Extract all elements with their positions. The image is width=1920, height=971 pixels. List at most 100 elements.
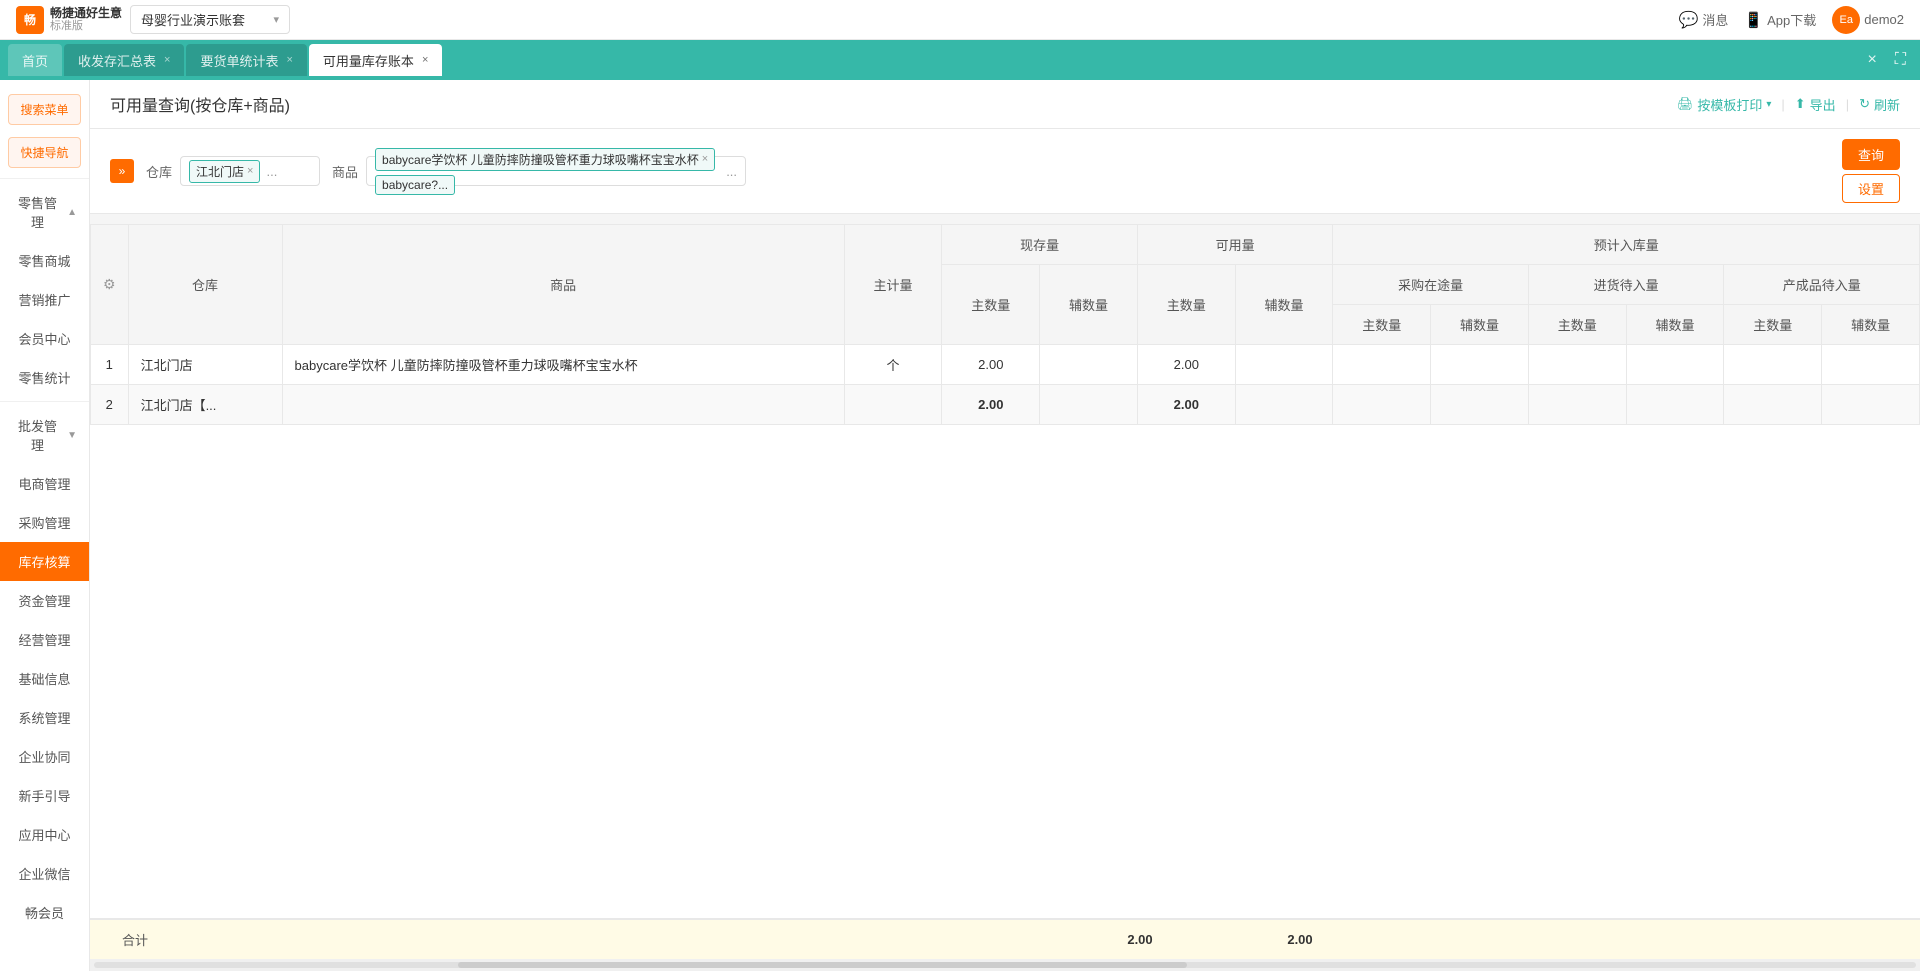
product-tags: babycare学饮杯 儿童防摔防撞吸管杯重力球吸嘴杯宝宝水杯 × babyca… [375, 148, 720, 195]
sidebar-item-member[interactable]: 会员中心 [0, 319, 89, 358]
app-download-icon: 📱 [1744, 11, 1763, 29]
nav-tabs: 首页 收发存汇总表 × 要货单统计表 × 可用量库存账本 × × ⛶ [0, 40, 1920, 80]
footer-available-main-total: 2.00 [1260, 932, 1340, 947]
th-current-stock: 现存量 [942, 225, 1138, 265]
store-selector[interactable]: 母婴行业演示账套 ▾ [130, 5, 290, 34]
row2-purchase-aux [1431, 385, 1529, 425]
sidebar-item-marketing[interactable]: 营销推广 [0, 280, 89, 319]
row1-warehouse: 江北门店 [128, 345, 282, 385]
settings-btn[interactable]: 设置 [1842, 174, 1900, 203]
sidebar-item-wecom[interactable]: 企业微信 [0, 854, 89, 893]
footer-current-main-total: 2.00 [1100, 932, 1180, 947]
row1-purchase-main [1333, 345, 1431, 385]
refresh-icon: ↻ [1859, 96, 1870, 112]
sidebar-item-inventory[interactable]: 库存核算 [0, 542, 89, 581]
th-warehouse: 仓库 [128, 225, 282, 345]
sidebar-item-retail-mall[interactable]: 零售商城 [0, 241, 89, 280]
row1-available-main: 2.00 [1137, 345, 1235, 385]
scroll-thumb[interactable] [458, 962, 1187, 968]
table-footer: 合计 2.00 2.00 [90, 918, 1920, 959]
th-forecast-incoming: 预计入库量 [1333, 225, 1920, 265]
sidebar-item-purchase[interactable]: 采购管理 [0, 503, 89, 542]
sidebar-item-ecommerce[interactable]: 电商管理 [0, 464, 89, 503]
sidebar-item-system[interactable]: 系统管理 [0, 698, 89, 737]
refresh-btn[interactable]: ↻ 刷新 [1859, 95, 1900, 114]
row2-available-main: 2.00 [1137, 385, 1235, 425]
sidebar-item-app-center[interactable]: 应用中心 [0, 815, 89, 854]
row2-unit [844, 385, 942, 425]
data-table: ⚙ 仓库 商品 主计量 现存量 可用量 预计入库量 主数量 辅数量 主数量 辅数… [90, 224, 1920, 425]
row2-current-aux [1040, 385, 1138, 425]
main-layout: 搜索菜单 快捷导航 零售管理 ▲ 零售商城 营销推广 会员中心 零售统计 批发管… [0, 80, 1920, 971]
sidebar-item-operations[interactable]: 经营管理 [0, 620, 89, 659]
row2-current-main: 2.00 [942, 385, 1040, 425]
horizontal-scrollbar[interactable] [90, 959, 1920, 971]
th-purchase-main: 主数量 [1333, 305, 1431, 345]
th-incoming-pending: 进货待入量 [1528, 265, 1724, 305]
row1-production-main [1724, 345, 1822, 385]
warehouse-tag: 江北门店 × [189, 160, 260, 183]
product-input[interactable]: babycare学饮杯 儿童防摔防撞吸管杯重力球吸嘴杯宝宝水杯 × babyca… [366, 156, 746, 186]
row1-current-main: 2.00 [942, 345, 1040, 385]
sidebar-item-member2[interactable]: 畅会员 [0, 893, 89, 932]
top-bar-left: 畅 畅捷通好生意 标准版 母婴行业演示账套 ▾ [16, 5, 290, 34]
query-btn[interactable]: 查询 [1842, 139, 1900, 170]
close-tab2-btn[interactable]: × [286, 54, 292, 66]
tab-available-inventory[interactable]: 可用量库存账本 × [309, 44, 442, 76]
filter-expand-btn[interactable]: » [110, 159, 134, 183]
sidebar-item-newbie[interactable]: 新手引导 [0, 776, 89, 815]
app-download-btn[interactable]: 📱 App下载 [1744, 10, 1816, 29]
close-tab1-btn[interactable]: × [164, 54, 170, 66]
chevron-down-icon: ▲ [67, 207, 77, 218]
fullscreen-btn[interactable]: ⛶ [1889, 49, 1912, 71]
row2-production-main [1724, 385, 1822, 425]
th-production-pending: 产成品待入量 [1724, 265, 1920, 305]
close-all-tabs-btn[interactable]: × [1861, 49, 1882, 71]
row2-purchase-main [1333, 385, 1431, 425]
sidebar-item-retail-stats[interactable]: 零售统计 [0, 358, 89, 397]
tab-receivable-summary[interactable]: 收发存汇总表 × [64, 44, 184, 76]
tab-order-stats[interactable]: 要货单统计表 × [186, 44, 306, 76]
print-arrow-icon: ▾ [1766, 99, 1771, 110]
table-container: ⚙ 仓库 商品 主计量 现存量 可用量 预计入库量 主数量 辅数量 主数量 辅数… [90, 224, 1920, 918]
message-btn[interactable]: 💬 消息 [1678, 10, 1728, 30]
page-actions: 🖨 按模板打印 ▾ | ⬆ 导出 | ↻ 刷新 [1677, 95, 1900, 114]
remove-product-tag1-btn[interactable]: × [702, 153, 708, 165]
row2-product [282, 385, 844, 425]
product-tag-1: babycare学饮杯 儿童防摔防撞吸管杯重力球吸嘴杯宝宝水杯 × [375, 148, 715, 171]
user-menu[interactable]: Ea demo2 [1832, 6, 1904, 34]
scroll-track [94, 962, 1916, 968]
brand-logo: 畅 畅捷通好生意 标准版 [16, 6, 122, 34]
row1-purchase-aux [1431, 345, 1529, 385]
message-icon: 💬 [1678, 10, 1698, 30]
sidebar-divider-2 [0, 401, 89, 402]
th-settings: ⚙ [91, 225, 129, 345]
print-btn[interactable]: 🖨 按模板打印 ▾ [1677, 95, 1772, 114]
row1-production-aux [1822, 345, 1920, 385]
quick-nav-btn[interactable]: 快捷导航 [8, 137, 81, 168]
sidebar-item-finance[interactable]: 资金管理 [0, 581, 89, 620]
sidebar-search-section: 搜索菜单 [0, 88, 89, 131]
avatar: Ea [1832, 6, 1860, 34]
row1-incoming-main [1528, 345, 1626, 385]
column-settings-icon[interactable]: ⚙ [103, 276, 116, 292]
tab-home[interactable]: 首页 [8, 44, 62, 76]
export-btn[interactable]: ⬆ 导出 [1795, 95, 1836, 114]
footer-total-label: 合计 [110, 930, 160, 949]
row1-unit: 个 [844, 345, 942, 385]
close-tab3-btn[interactable]: × [422, 54, 428, 66]
sidebar-item-enterprise[interactable]: 企业协同 [0, 737, 89, 776]
row2-warehouse: 江北门店【... [128, 385, 282, 425]
warehouse-filter-group: 仓库 江北门店 × ... [146, 156, 320, 186]
th-available-main-qty: 主数量 [1137, 265, 1235, 345]
warehouse-input[interactable]: 江北门店 × ... [180, 156, 320, 186]
nav-tab-actions: × ⛶ [1861, 49, 1912, 71]
th-purchase-aux: 辅数量 [1431, 305, 1529, 345]
sidebar-item-wholesale-mgmt[interactable]: 批发管理 ▼ [0, 406, 89, 464]
th-current-main-qty: 主数量 [942, 265, 1040, 345]
sidebar-item-basics[interactable]: 基础信息 [0, 659, 89, 698]
search-menu-btn[interactable]: 搜索菜单 [8, 94, 81, 125]
sidebar-item-retail-mgmt[interactable]: 零售管理 ▲ [0, 183, 89, 241]
th-available: 可用量 [1137, 225, 1333, 265]
remove-warehouse-tag-btn[interactable]: × [247, 165, 253, 177]
